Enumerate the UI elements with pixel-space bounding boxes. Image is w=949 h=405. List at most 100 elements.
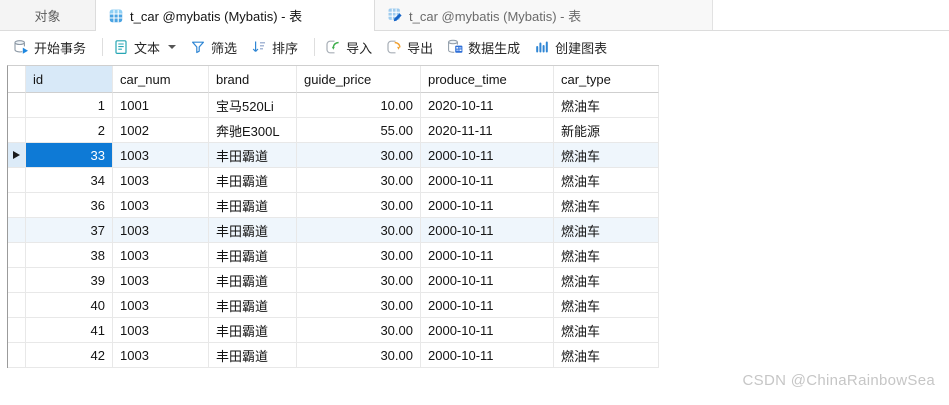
table-cell[interactable]: 1001 (113, 93, 209, 118)
table-cell[interactable]: 奔驰E300L (209, 118, 297, 143)
column-header-produce_time[interactable]: produce_time (421, 66, 554, 93)
row-selector[interactable] (8, 143, 26, 168)
create-chart-button[interactable]: 创建图表 (534, 38, 607, 57)
table-cell[interactable]: 10.00 (297, 93, 421, 118)
table-cell[interactable]: 丰田霸道 (209, 318, 297, 343)
table-cell[interactable]: 燃油车 (554, 143, 659, 168)
table-cell[interactable]: 丰田霸道 (209, 268, 297, 293)
table-cell[interactable]: 1003 (113, 168, 209, 193)
table-cell[interactable]: 1 (26, 93, 113, 118)
select-all-corner[interactable] (8, 66, 26, 93)
tab-table-t-car-design[interactable]: t_car @mybatis (Mybatis) - 表 (375, 0, 713, 30)
table-cell[interactable]: 2000-10-11 (421, 168, 554, 193)
filter-button[interactable]: 筛选 (190, 38, 237, 57)
table-cell[interactable]: 1003 (113, 143, 209, 168)
table-cell[interactable]: 30.00 (297, 318, 421, 343)
column-header-car_num[interactable]: car_num (113, 66, 209, 93)
chevron-down-icon[interactable] (168, 45, 177, 49)
data-generation-button[interactable]: 数据生成 (447, 38, 520, 57)
table-cell[interactable]: 30.00 (297, 243, 421, 268)
import-button[interactable]: 导入 (325, 38, 372, 57)
table-cell[interactable]: 燃油车 (554, 193, 659, 218)
table-cell[interactable]: 燃油车 (554, 293, 659, 318)
table-cell[interactable]: 2020-11-11 (421, 118, 554, 143)
table-cell[interactable]: 1003 (113, 243, 209, 268)
table-cell[interactable]: 丰田霸道 (209, 218, 297, 243)
table-cell[interactable]: 30.00 (297, 218, 421, 243)
table-cell[interactable]: 丰田霸道 (209, 293, 297, 318)
text-icon (113, 39, 129, 55)
table-cell[interactable]: 2000-10-11 (421, 193, 554, 218)
row-selector[interactable] (8, 318, 26, 343)
column-header-brand[interactable]: brand (209, 66, 297, 93)
table-cell[interactable]: 40 (26, 293, 113, 318)
row-selector[interactable] (8, 243, 26, 268)
row-selector[interactable] (8, 93, 26, 118)
table-cell[interactable]: 2000-10-11 (421, 243, 554, 268)
data-generation-icon (447, 39, 463, 55)
row-selector[interactable] (8, 193, 26, 218)
table-cell[interactable]: 2000-10-11 (421, 268, 554, 293)
table-cell[interactable]: 2000-10-11 (421, 343, 554, 368)
table-cell[interactable]: 30.00 (297, 193, 421, 218)
text-view-label: 文本 (134, 40, 161, 56)
table-cell[interactable]: 42 (26, 343, 113, 368)
table-cell[interactable]: 30.00 (297, 143, 421, 168)
table-cell[interactable]: 38 (26, 243, 113, 268)
table-cell[interactable]: 30.00 (297, 293, 421, 318)
table-cell[interactable]: 丰田霸道 (209, 343, 297, 368)
table-cell[interactable]: 1003 (113, 343, 209, 368)
table-cell[interactable]: 37 (26, 218, 113, 243)
table-cell[interactable]: 2 (26, 118, 113, 143)
row-selector[interactable] (8, 343, 26, 368)
table-cell[interactable]: 2000-10-11 (421, 318, 554, 343)
table-cell[interactable]: 燃油车 (554, 93, 659, 118)
row-selector[interactable] (8, 268, 26, 293)
table-cell[interactable]: 1003 (113, 218, 209, 243)
row-selector[interactable] (8, 168, 26, 193)
table-cell[interactable]: 2000-10-11 (421, 293, 554, 318)
table-cell[interactable]: 39 (26, 268, 113, 293)
data-generation-label: 数据生成 (468, 40, 521, 56)
row-selector[interactable] (8, 118, 26, 143)
table-cell[interactable]: 燃油车 (554, 318, 659, 343)
sort-button[interactable]: 排序 (251, 38, 298, 57)
table-cell[interactable]: 燃油车 (554, 218, 659, 243)
table-cell[interactable]: 2000-10-11 (421, 143, 554, 168)
tab-table-t-car-active[interactable]: t_car @mybatis (Mybatis) - 表 (95, 0, 375, 31)
table-cell[interactable]: 33 (26, 143, 113, 168)
row-selector[interactable] (8, 218, 26, 243)
row-selector[interactable] (8, 293, 26, 318)
table-cell[interactable]: 燃油车 (554, 268, 659, 293)
table-cell[interactable]: 55.00 (297, 118, 421, 143)
column-header-car_type[interactable]: car_type (554, 66, 659, 93)
begin-transaction-button[interactable]: 开始事务 (13, 38, 86, 57)
tab-objects[interactable]: 对象 (0, 0, 95, 30)
table-cell[interactable]: 燃油车 (554, 168, 659, 193)
table-cell[interactable]: 1003 (113, 268, 209, 293)
table-cell[interactable]: 1003 (113, 293, 209, 318)
table-cell[interactable]: 燃油车 (554, 243, 659, 268)
table-cell[interactable]: 燃油车 (554, 343, 659, 368)
table-cell[interactable]: 丰田霸道 (209, 193, 297, 218)
table-cell[interactable]: 丰田霸道 (209, 143, 297, 168)
table-cell[interactable]: 30.00 (297, 268, 421, 293)
table-cell[interactable]: 宝马520Li (209, 93, 297, 118)
table-cell[interactable]: 1003 (113, 193, 209, 218)
column-header-id[interactable]: id (26, 66, 113, 93)
table-cell[interactable]: 1003 (113, 318, 209, 343)
table-cell[interactable]: 丰田霸道 (209, 168, 297, 193)
text-view-button[interactable]: 文本 (113, 38, 177, 57)
table-cell[interactable]: 1002 (113, 118, 209, 143)
column-header-guide_price[interactable]: guide_price (297, 66, 421, 93)
table-cell[interactable]: 新能源 (554, 118, 659, 143)
table-cell[interactable]: 2020-10-11 (421, 93, 554, 118)
table-cell[interactable]: 30.00 (297, 343, 421, 368)
table-cell[interactable]: 30.00 (297, 168, 421, 193)
table-cell[interactable]: 丰田霸道 (209, 243, 297, 268)
export-button[interactable]: 导出 (386, 38, 433, 57)
table-cell[interactable]: 36 (26, 193, 113, 218)
table-cell[interactable]: 2000-10-11 (421, 218, 554, 243)
table-cell[interactable]: 34 (26, 168, 113, 193)
table-cell[interactable]: 41 (26, 318, 113, 343)
